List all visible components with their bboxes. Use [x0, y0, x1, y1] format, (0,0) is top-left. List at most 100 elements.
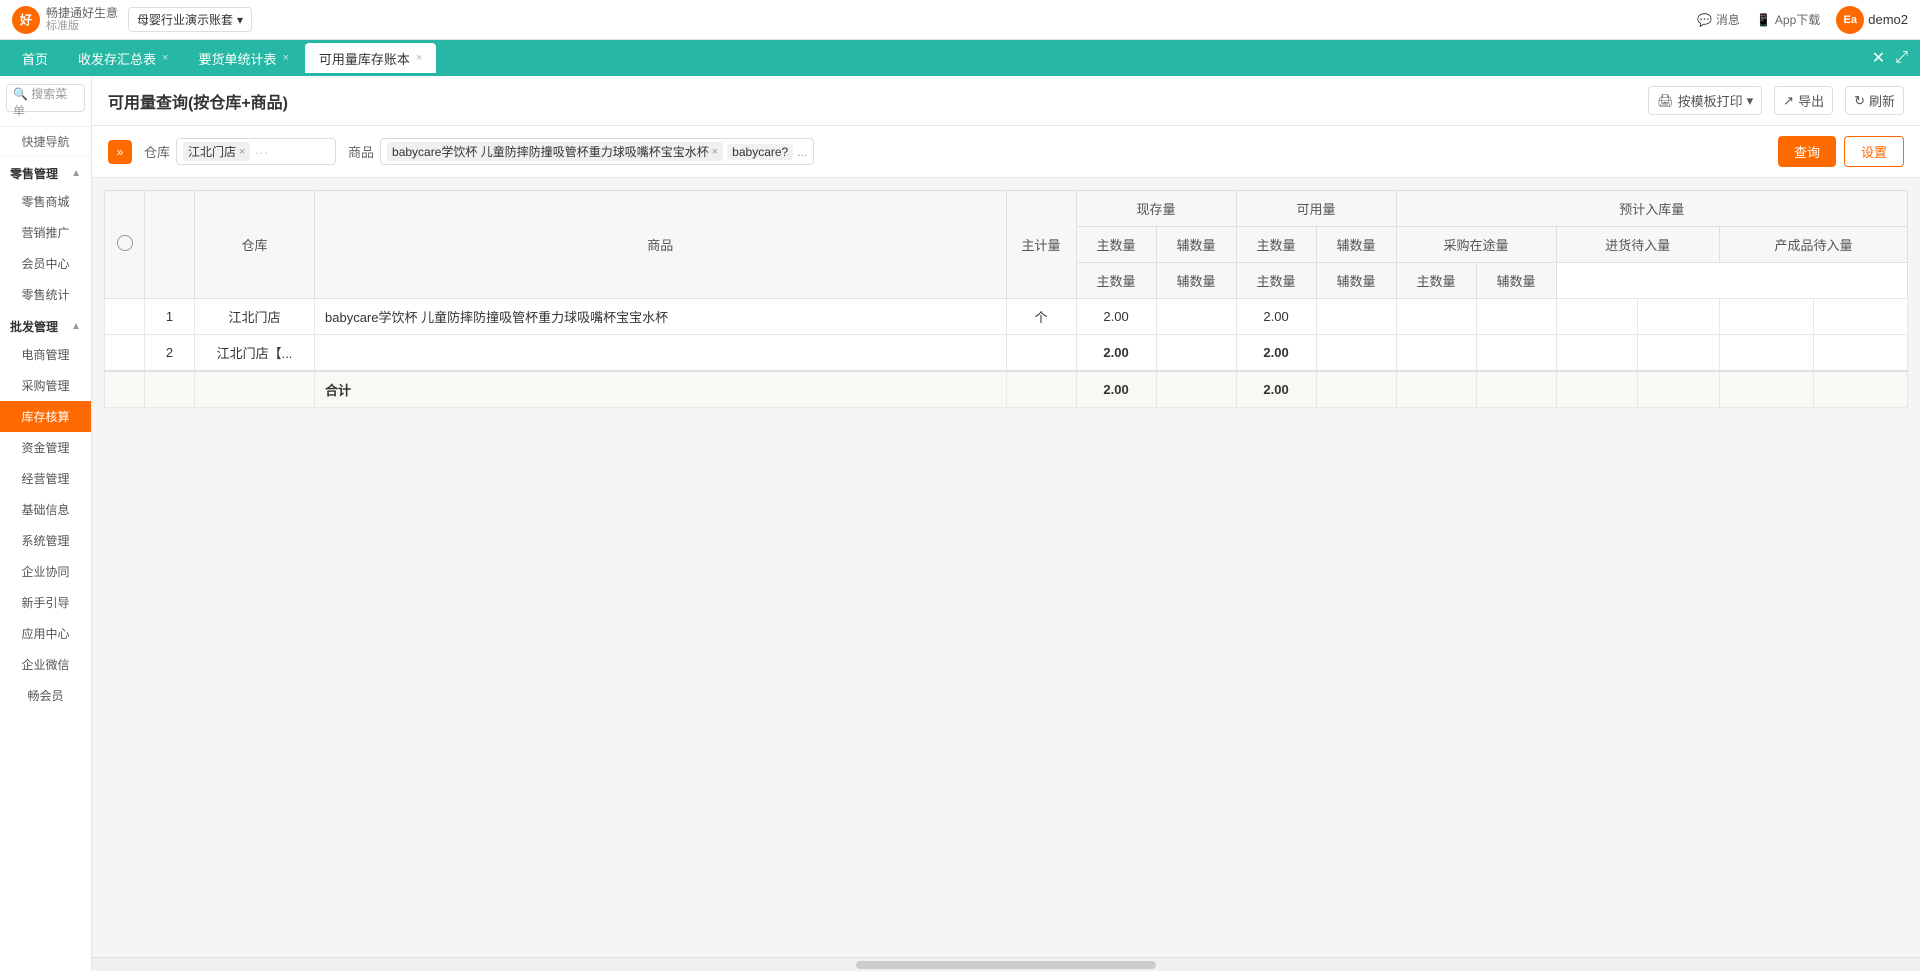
search-menu-button[interactable]: 🔍 搜索菜单 — [6, 84, 85, 112]
cell-avail-aux — [1316, 335, 1396, 372]
sidebar-item-marketing[interactable]: 营销推广 — [0, 217, 91, 248]
message-action[interactable]: 💬 消息 — [1697, 11, 1740, 28]
sidebar-item-basics[interactable]: 基础信息 — [0, 494, 91, 525]
close-all-tabs-icon[interactable]: ✕ — [1868, 48, 1889, 68]
tab-available-stock[interactable]: 可用量库存账本 × — [305, 43, 436, 73]
message-icon: 💬 — [1697, 13, 1712, 27]
sidebar-item-retail-mall[interactable]: 零售商城 — [0, 186, 91, 217]
th-settings[interactable] — [105, 191, 145, 299]
logo-area: 好 畅捷通好生意 标准版 — [12, 6, 118, 34]
footer-empty-3 — [195, 371, 315, 408]
cell-no: 1 — [145, 299, 195, 335]
cell-inbound-main — [1556, 299, 1638, 335]
sidebar-section-retail[interactable]: 零售管理 ▲ — [0, 157, 91, 186]
product-tag-1: babycare学饮杯 儿童防摔防撞吸管杯重力球吸嘴杯宝宝水杯 × — [387, 142, 723, 161]
ellipsis-icon: ··· — [254, 144, 268, 160]
sidebar-item-quick-nav[interactable]: 快捷导航 — [0, 127, 91, 157]
th-stock-header: 现存量 — [1076, 191, 1236, 227]
close-icon[interactable]: × — [162, 52, 168, 64]
close-icon[interactable]: × — [416, 52, 422, 64]
query-button[interactable]: 查询 — [1778, 136, 1836, 167]
print-button[interactable]: 🖨 按模板打印 ▾ — [1648, 86, 1762, 115]
page-title: 可用量查询(按仓库+商品) — [108, 89, 288, 113]
sidebar-item-newbie[interactable]: 新手引导 — [0, 587, 91, 618]
more-products-icon[interactable]: ... — [797, 145, 807, 159]
close-icon[interactable]: × — [282, 52, 288, 64]
user-name: demo2 — [1868, 12, 1908, 27]
remove-tag-icon[interactable]: × — [712, 146, 718, 158]
th-inbound-main: 主数量 — [1236, 263, 1316, 299]
cell-purchase-aux — [1476, 335, 1556, 372]
table-row: 2 江北门店【... 2.00 2.00 — [105, 335, 1908, 372]
footer-avail-main: 2.00 — [1236, 371, 1316, 408]
warehouse-input[interactable]: 江北门店 × ··· — [176, 138, 336, 165]
chevron-up-icon: ▲ — [71, 168, 81, 179]
avatar: Ea — [1836, 6, 1864, 34]
cell-product-aux — [1813, 299, 1907, 335]
sidebar-item-finance[interactable]: 资金管理 — [0, 432, 91, 463]
cell-warehouse: 江北门店【... — [195, 335, 315, 372]
th-purchase-main: 主数量 — [1076, 263, 1156, 299]
setting-button[interactable]: 设置 — [1844, 136, 1904, 167]
cell-stock-main: 2.00 — [1076, 335, 1156, 372]
industry-select[interactable]: 母婴行业演示账套 ▾ — [128, 7, 252, 32]
tab-order-stats[interactable]: 要货单统计表 × — [184, 43, 302, 73]
cell-stock-main: 2.00 — [1076, 299, 1156, 335]
tab-stock-summary[interactable]: 收发存汇总表 × — [64, 43, 182, 73]
cell-inbound-main — [1556, 335, 1638, 372]
th-stock-main: 主数量 — [1076, 227, 1156, 263]
chevron-down-icon: ▾ — [237, 13, 243, 27]
cell-unit: 个 — [1006, 299, 1076, 335]
cell-inbound-aux — [1638, 299, 1720, 335]
sidebar-item-purchase[interactable]: 采购管理 — [0, 370, 91, 401]
th-warehouse: 仓库 — [195, 191, 315, 299]
cell-product-aux — [1813, 335, 1907, 372]
cell-settings — [105, 299, 145, 335]
cell-avail-main: 2.00 — [1236, 335, 1316, 372]
filter-expand-button[interactable]: » — [108, 140, 132, 164]
horizontal-scrollbar[interactable] — [92, 957, 1920, 971]
th-forecast-header: 预计入库量 — [1396, 191, 1907, 227]
footer-empty-1 — [105, 371, 145, 408]
cell-purchase-aux — [1476, 299, 1556, 335]
cell-product: babycare学饮杯 儿童防摔防撞吸管杯重力球吸嘴杯宝宝水杯 — [315, 299, 1007, 335]
sidebar-item-operations[interactable]: 经营管理 — [0, 463, 91, 494]
refresh-button[interactable]: ↻ 刷新 — [1845, 86, 1904, 115]
remove-tag-icon[interactable]: × — [239, 146, 245, 158]
footer-label: 合计 — [315, 371, 1007, 408]
cell-inbound-aux — [1638, 335, 1720, 372]
main-layout: 🔍 搜索菜单 快捷导航 零售管理 ▲ 零售商城 营销推广 会员中心 零售统计 批… — [0, 76, 1920, 971]
page-header: 可用量查询(按仓库+商品) 🖨 按模板打印 ▾ ↗ 导出 ↻ 刷新 — [92, 76, 1920, 126]
sidebar-item-member-app[interactable]: 畅会员 — [0, 680, 91, 711]
footer-inbound-main — [1556, 371, 1638, 408]
product-input[interactable]: babycare学饮杯 儿童防摔防撞吸管杯重力球吸嘴杯宝宝水杯 × babyca… — [380, 138, 814, 165]
warehouse-label: 仓库 — [144, 142, 170, 161]
scroll-thumb[interactable] — [856, 961, 1156, 969]
sidebar-item-inventory[interactable]: 库存核算 — [0, 401, 91, 432]
user-area[interactable]: Ea demo2 — [1836, 6, 1908, 34]
sidebar-item-app-center[interactable]: 应用中心 — [0, 618, 91, 649]
content-area: 可用量查询(按仓库+商品) 🖨 按模板打印 ▾ ↗ 导出 ↻ 刷新 — [92, 76, 1920, 971]
sidebar-item-ecommerce[interactable]: 电商管理 — [0, 339, 91, 370]
sidebar-item-collab[interactable]: 企业协同 — [0, 556, 91, 587]
th-stock-aux: 辅数量 — [1156, 227, 1236, 263]
cell-warehouse: 江北门店 — [195, 299, 315, 335]
cell-product — [315, 335, 1007, 372]
cell-purchase-main — [1396, 335, 1476, 372]
sidebar-item-system[interactable]: 系统管理 — [0, 525, 91, 556]
footer-unit — [1006, 371, 1076, 408]
download-icon: 📱 — [1756, 13, 1771, 27]
logo-text: 畅捷通好生意 标准版 — [46, 6, 118, 34]
cell-unit — [1006, 335, 1076, 372]
th-unit: 主计量 — [1006, 191, 1076, 299]
th-purchase-aux: 辅数量 — [1156, 263, 1236, 299]
tab-home[interactable]: 首页 — [8, 43, 62, 73]
sidebar-section-wholesale[interactable]: 批发管理 ▲ — [0, 310, 91, 339]
sidebar-item-members[interactable]: 会员中心 — [0, 248, 91, 279]
settings-icon[interactable] — [117, 235, 133, 251]
sidebar-item-wechat-work[interactable]: 企业微信 — [0, 649, 91, 680]
export-button[interactable]: ↗ 导出 — [1774, 86, 1833, 115]
download-action[interactable]: 📱 App下载 — [1756, 11, 1820, 28]
sidebar-item-retail-stats[interactable]: 零售统计 — [0, 279, 91, 310]
expand-icon[interactable]: ⤢ — [1891, 49, 1912, 67]
